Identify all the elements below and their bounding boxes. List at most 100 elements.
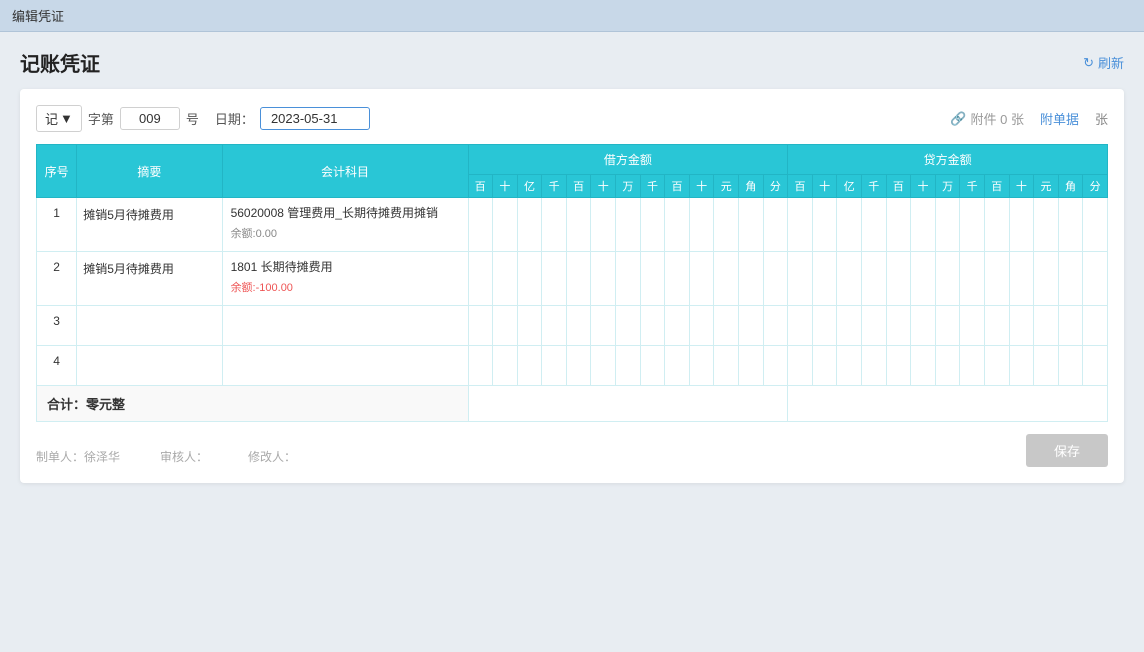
- cell-debit-4[interactable]: [566, 346, 591, 386]
- cell-summary[interactable]: 摊销5月待摊费用: [77, 252, 222, 306]
- refresh-button[interactable]: ↻ 刷新: [1083, 53, 1124, 72]
- cell-credit-0[interactable]: [788, 198, 813, 252]
- cell-debit-4[interactable]: [566, 252, 591, 306]
- cell-credit-12[interactable]: [1083, 306, 1108, 346]
- cell-debit-10[interactable]: [714, 198, 739, 252]
- cell-credit-11[interactable]: [1058, 198, 1083, 252]
- cell-debit-1[interactable]: [493, 252, 518, 306]
- cell-debit-3[interactable]: [542, 306, 567, 346]
- date-input[interactable]: [260, 107, 370, 130]
- cell-debit-8[interactable]: [665, 346, 690, 386]
- cell-debit-2[interactable]: [517, 346, 542, 386]
- cell-debit-11[interactable]: [739, 198, 764, 252]
- cell-credit-8[interactable]: [984, 252, 1009, 306]
- cell-credit-9[interactable]: [1009, 252, 1034, 306]
- cell-account[interactable]: [222, 346, 468, 386]
- cell-credit-10[interactable]: [1034, 198, 1059, 252]
- type-select[interactable]: 记 ▼: [36, 105, 82, 132]
- cell-debit-0[interactable]: [468, 306, 493, 346]
- cell-debit-8[interactable]: [665, 306, 690, 346]
- cell-debit-9[interactable]: [689, 306, 714, 346]
- cell-credit-12[interactable]: [1083, 198, 1108, 252]
- cell-credit-4[interactable]: [886, 252, 911, 306]
- cell-credit-0[interactable]: [788, 306, 813, 346]
- cell-credit-7[interactable]: [960, 252, 985, 306]
- cell-debit-7[interactable]: [640, 198, 665, 252]
- cell-credit-5[interactable]: [911, 306, 936, 346]
- cell-credit-6[interactable]: [935, 306, 960, 346]
- cell-credit-6[interactable]: [935, 198, 960, 252]
- cell-debit-4[interactable]: [566, 198, 591, 252]
- cell-credit-4[interactable]: [886, 346, 911, 386]
- cell-debit-9[interactable]: [689, 252, 714, 306]
- cell-debit-1[interactable]: [493, 346, 518, 386]
- cell-credit-9[interactable]: [1009, 198, 1034, 252]
- cell-account[interactable]: 1801 长期待摊费用余额:-100.00: [222, 252, 468, 306]
- cell-debit-9[interactable]: [689, 198, 714, 252]
- cell-debit-3[interactable]: [542, 252, 567, 306]
- cell-debit-11[interactable]: [739, 306, 764, 346]
- cell-credit-11[interactable]: [1058, 252, 1083, 306]
- cell-debit-12[interactable]: [763, 198, 788, 252]
- cell-debit-10[interactable]: [714, 306, 739, 346]
- cell-summary[interactable]: 摊销5月待摊费用: [77, 198, 222, 252]
- cell-credit-10[interactable]: [1034, 346, 1059, 386]
- cell-debit-0[interactable]: [468, 252, 493, 306]
- cell-credit-1[interactable]: [812, 198, 837, 252]
- cell-credit-3[interactable]: [862, 252, 887, 306]
- cell-debit-7[interactable]: [640, 346, 665, 386]
- cell-credit-5[interactable]: [911, 252, 936, 306]
- cell-credit-2[interactable]: [837, 306, 862, 346]
- cell-debit-8[interactable]: [665, 198, 690, 252]
- cell-credit-2[interactable]: [837, 346, 862, 386]
- cell-credit-7[interactable]: [960, 306, 985, 346]
- cell-summary[interactable]: [77, 346, 222, 386]
- cell-credit-3[interactable]: [862, 306, 887, 346]
- cell-debit-5[interactable]: [591, 252, 616, 306]
- cell-debit-8[interactable]: [665, 252, 690, 306]
- cell-debit-2[interactable]: [517, 198, 542, 252]
- cell-debit-10[interactable]: [714, 346, 739, 386]
- cell-debit-11[interactable]: [739, 346, 764, 386]
- voucher-number-input[interactable]: [120, 107, 180, 130]
- cell-summary[interactable]: [77, 306, 222, 346]
- cell-credit-7[interactable]: [960, 346, 985, 386]
- cell-credit-9[interactable]: [1009, 346, 1034, 386]
- attachment-link[interactable]: 🔗 附件 0 张: [950, 109, 1024, 128]
- cell-debit-0[interactable]: [468, 198, 493, 252]
- cell-credit-6[interactable]: [935, 252, 960, 306]
- cell-credit-4[interactable]: [886, 306, 911, 346]
- save-button[interactable]: 保存: [1026, 434, 1108, 467]
- cell-credit-3[interactable]: [862, 198, 887, 252]
- cell-credit-0[interactable]: [788, 346, 813, 386]
- cell-debit-0[interactable]: [468, 346, 493, 386]
- cell-credit-4[interactable]: [886, 198, 911, 252]
- cell-credit-0[interactable]: [788, 252, 813, 306]
- cell-credit-5[interactable]: [911, 346, 936, 386]
- cell-debit-5[interactable]: [591, 306, 616, 346]
- cell-debit-12[interactable]: [763, 306, 788, 346]
- cell-debit-9[interactable]: [689, 346, 714, 386]
- cell-credit-12[interactable]: [1083, 346, 1108, 386]
- cell-debit-11[interactable]: [739, 252, 764, 306]
- cell-debit-1[interactable]: [493, 198, 518, 252]
- cell-debit-12[interactable]: [763, 252, 788, 306]
- cell-credit-5[interactable]: [911, 198, 936, 252]
- cell-debit-5[interactable]: [591, 198, 616, 252]
- cell-debit-6[interactable]: [616, 346, 641, 386]
- cell-credit-3[interactable]: [862, 346, 887, 386]
- cell-debit-10[interactable]: [714, 252, 739, 306]
- cell-debit-3[interactable]: [542, 346, 567, 386]
- cell-account[interactable]: 56020008 管理费用_长期待摊费用摊销余额:0.00: [222, 198, 468, 252]
- cell-credit-9[interactable]: [1009, 306, 1034, 346]
- cell-credit-6[interactable]: [935, 346, 960, 386]
- cell-credit-8[interactable]: [984, 306, 1009, 346]
- cell-debit-2[interactable]: [517, 306, 542, 346]
- cell-credit-1[interactable]: [812, 346, 837, 386]
- cell-debit-3[interactable]: [542, 198, 567, 252]
- cell-credit-11[interactable]: [1058, 346, 1083, 386]
- cell-credit-2[interactable]: [837, 198, 862, 252]
- cell-credit-10[interactable]: [1034, 252, 1059, 306]
- cell-debit-5[interactable]: [591, 346, 616, 386]
- cell-credit-12[interactable]: [1083, 252, 1108, 306]
